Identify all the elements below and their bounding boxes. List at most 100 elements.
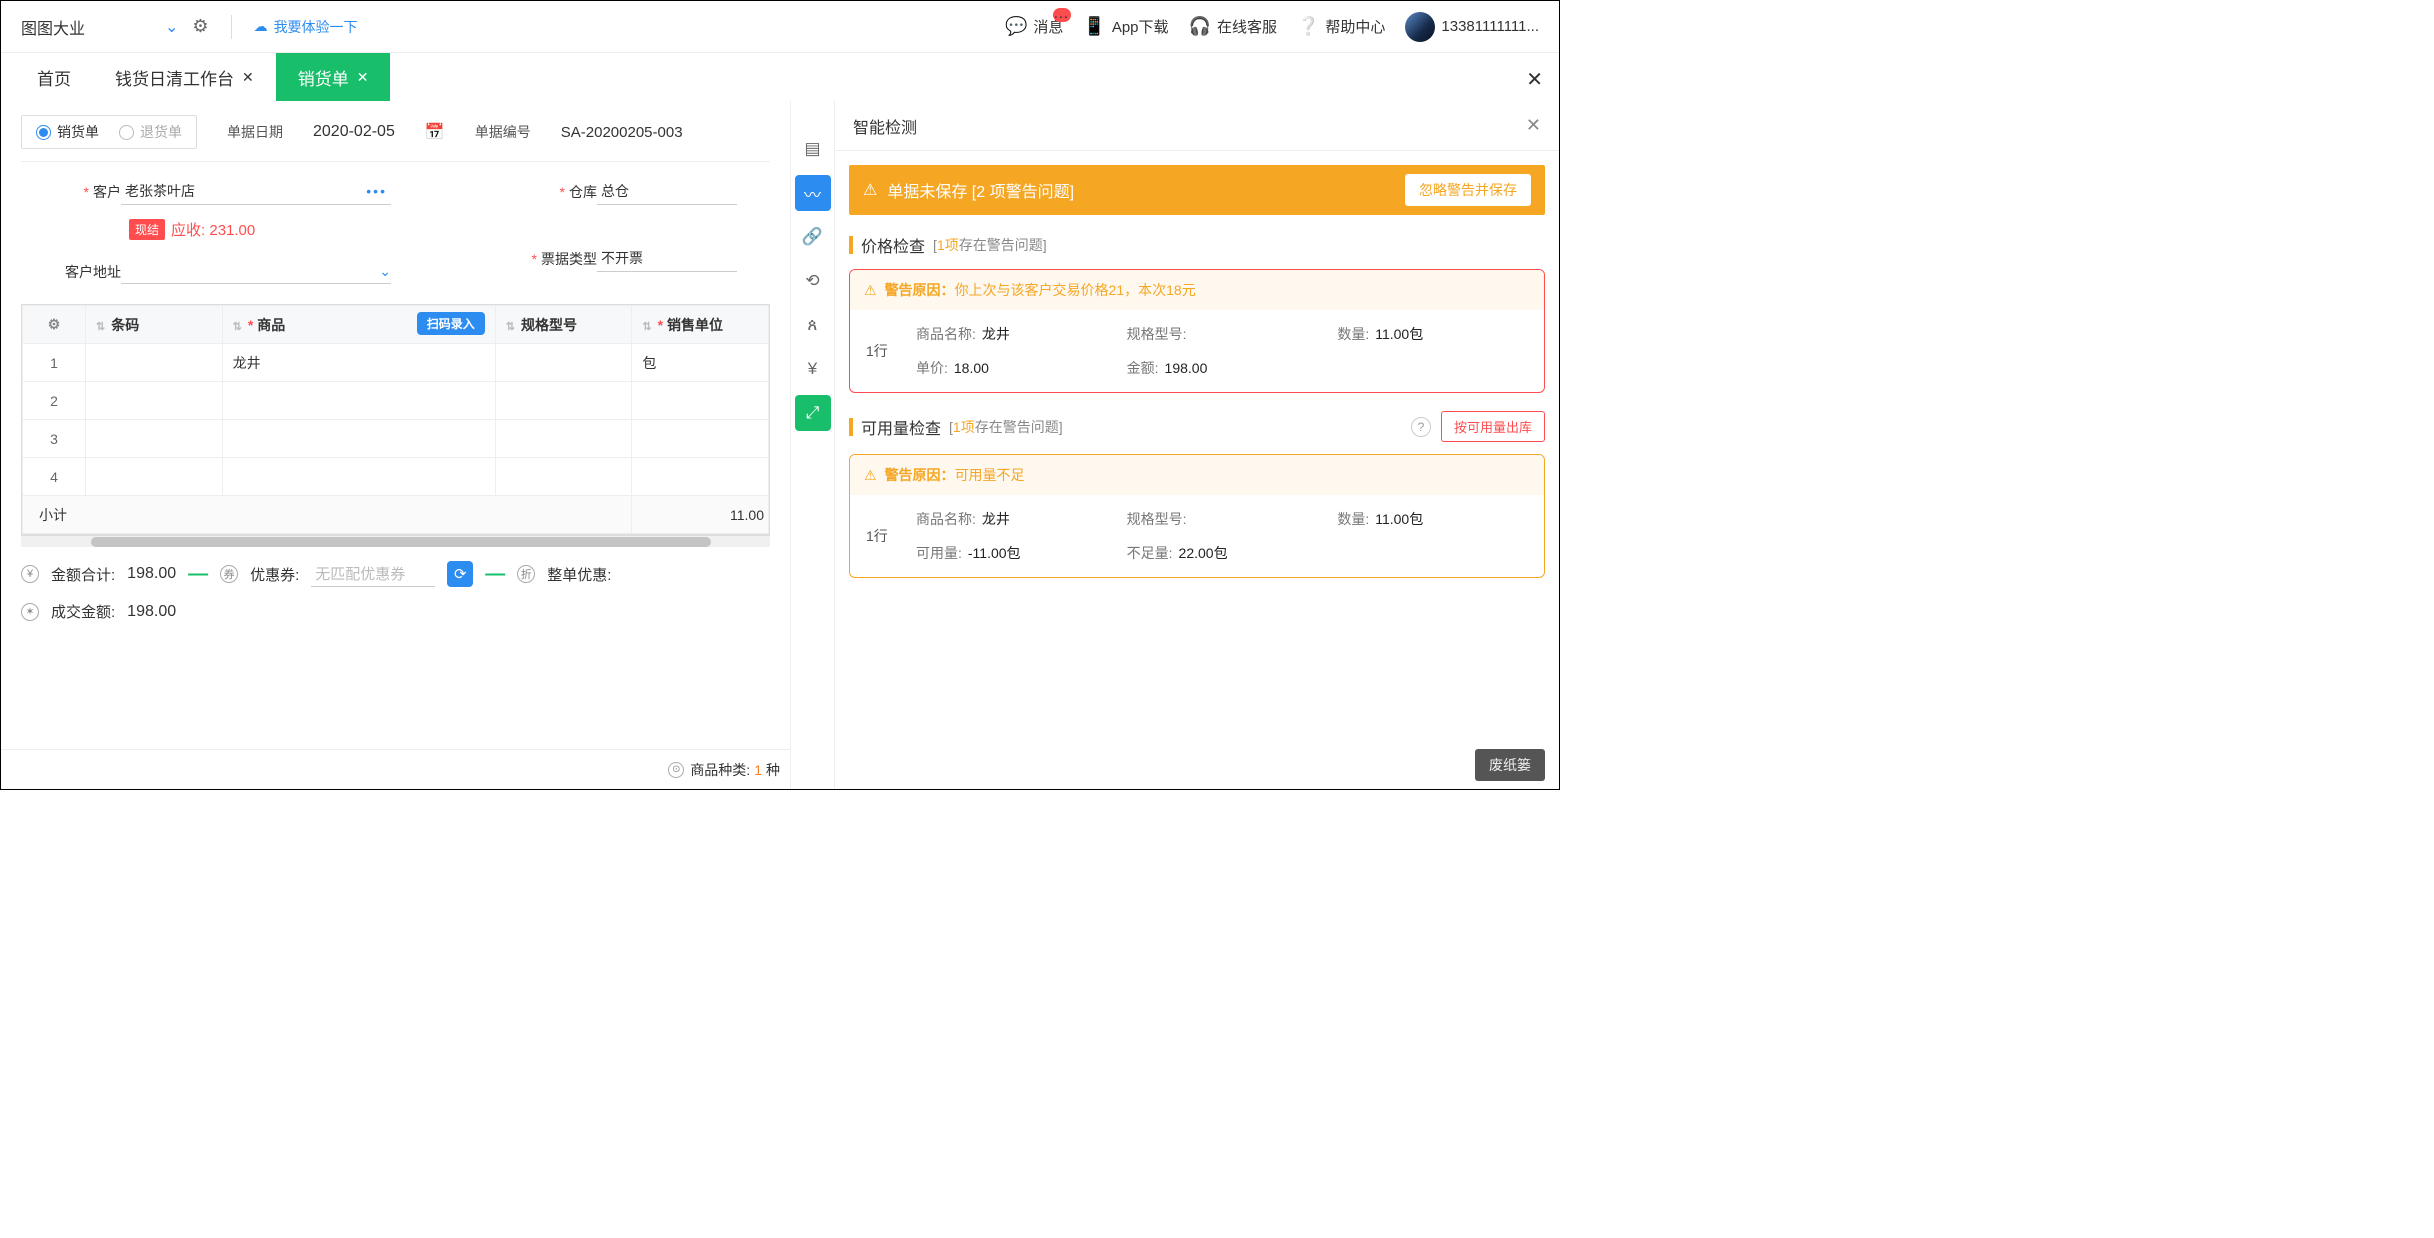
discount-icon: 折	[517, 565, 535, 583]
customer-input[interactable]: 老张茶叶店 •••	[121, 178, 391, 205]
coupon-label: 优惠券:	[250, 564, 299, 585]
panel-title: 智能检测	[853, 114, 917, 138]
strip-expand-icon[interactable]: ⤢	[795, 395, 831, 431]
close-icon[interactable]: ✕	[1526, 115, 1541, 136]
date-input[interactable]: 2020-02-05	[313, 123, 395, 142]
column-settings-button[interactable]: ⚙	[23, 306, 86, 344]
tab-bar: 首页 钱货日清工作台 ✕ 销货单 ✕ ✕	[1, 53, 1559, 101]
radio-return-order[interactable]: 退货单	[119, 122, 182, 142]
strip-chart-icon[interactable]: 〰	[795, 175, 831, 211]
customer-label: *客户	[21, 182, 121, 202]
invoice-input[interactable]: 不开票	[597, 245, 737, 272]
strip-yen-icon[interactable]: ¥	[795, 351, 831, 387]
coupon-icon: 券	[220, 565, 238, 583]
section-marker	[849, 418, 853, 436]
strip-user-icon[interactable]: ጰ	[795, 307, 831, 343]
amount-label: 金额合计:	[51, 564, 115, 585]
address-input[interactable]: ⌄	[121, 260, 391, 284]
close-all-tabs-icon[interactable]: ✕	[1526, 67, 1543, 92]
close-icon[interactable]: ✕	[357, 69, 369, 86]
app-download-link[interactable]: 📱 App下载	[1083, 16, 1168, 37]
help-center-link[interactable]: ❔ 帮助中心	[1297, 16, 1385, 37]
trash-button[interactable]: 废纸篓	[1475, 749, 1545, 781]
horizontal-scrollbar[interactable]	[21, 535, 770, 547]
ignore-save-button[interactable]: 忽略警告并保存	[1405, 174, 1531, 206]
order-type-radio-group: 销货单 退货单	[21, 115, 197, 149]
radio-sales-order[interactable]: 销货单	[36, 122, 99, 142]
col-barcode[interactable]: ⇅条码	[86, 306, 223, 344]
strip-cycle-icon[interactable]: ⟲	[795, 263, 831, 299]
footer-summary: ⊙ 商品种类: 1 种	[1, 749, 790, 789]
col-unit[interactable]: ⇅*销售单位	[632, 306, 769, 344]
warning-icon: ⚠	[864, 467, 877, 484]
chat-icon: 💬	[1005, 16, 1027, 37]
amount-value: 198.00	[127, 565, 176, 583]
ar-label: 应收: 231.00	[171, 219, 255, 240]
avail-warning-card: ⚠ 警告原因：可用量不足 1行 商品名称:龙井 规格型号: 数量:11.00包 …	[849, 454, 1545, 578]
row-tag: 1行	[866, 509, 916, 563]
date-label: 单据日期	[227, 122, 283, 142]
bill-no-label: 单据编号	[475, 122, 531, 142]
notification-badge: ···	[1053, 8, 1071, 22]
more-icon[interactable]: •••	[366, 183, 387, 199]
row-tag: 1行	[866, 324, 916, 378]
whole-discount-label: 整单优惠:	[547, 564, 611, 585]
table-row[interactable]: 4	[23, 458, 769, 496]
sku-icon: ⊙	[668, 762, 684, 778]
table-row[interactable]: 1 龙井 包	[23, 344, 769, 382]
radio-off-icon	[119, 125, 134, 140]
bill-no-value: SA-20200205-003	[561, 124, 683, 141]
tab-home[interactable]: 首页	[15, 53, 93, 101]
col-spec[interactable]: ⇅规格型号	[495, 306, 632, 344]
headset-icon: 🎧	[1189, 16, 1211, 37]
try-link[interactable]: ☁ 我要体验一下	[254, 17, 358, 37]
minus-icon: —	[188, 563, 208, 586]
strip-link-icon[interactable]: 🔗	[795, 219, 831, 255]
table-row[interactable]: 2	[23, 382, 769, 420]
address-label: 客户地址	[21, 262, 121, 282]
warehouse-input[interactable]: 总仓	[597, 178, 737, 205]
section-marker	[849, 236, 853, 254]
deal-amount-value: 198.00	[127, 603, 176, 621]
minus-icon: —	[485, 563, 505, 586]
help-icon[interactable]: ?	[1411, 417, 1431, 437]
price-warning-card: ⚠ 警告原因：你上次与该客户交易价格21，本次18元 1行 商品名称:龙井 规格…	[849, 269, 1545, 393]
user-menu[interactable]: 13381111111...	[1405, 12, 1539, 42]
scan-input-button[interactable]: 扫码录入	[417, 312, 485, 335]
items-table: ⚙ ⇅条码 ⇅*商品 扫码录入 ⇅规格型号 ⇅*销售单位 1	[21, 304, 770, 535]
chevron-down-icon: ⌄	[379, 263, 391, 280]
smart-check-panel: 智能检测 ✕ ⚠ 单据未保存 [2 项警告问题] 忽略警告并保存	[835, 101, 1559, 789]
help-icon: ❔	[1297, 16, 1319, 37]
warning-banner: ⚠ 单据未保存 [2 项警告问题] 忽略警告并保存	[849, 165, 1545, 215]
price-check-count: [1项存在警告问题]	[933, 235, 1047, 255]
avail-check-count: [1项存在警告问题]	[949, 417, 1063, 437]
totals-area: ¥ 金额合计: 198.00 — 券 优惠券: 无匹配优惠券 ⟳ — 折 整单优…	[1, 547, 790, 636]
messages-link[interactable]: 💬 消息 ···	[1005, 16, 1063, 37]
radio-on-icon	[36, 125, 51, 140]
divider	[231, 15, 232, 39]
cloud-icon: ☁	[254, 18, 268, 35]
company-dropdown[interactable]: 图图大业 ⌄	[21, 15, 178, 39]
close-icon[interactable]: ✕	[242, 69, 254, 86]
deal-amount-label: 成交金额:	[51, 601, 115, 622]
gear-icon[interactable]: ⚙	[192, 16, 208, 37]
subtotal-row: 小计 11.00	[23, 496, 769, 534]
calendar-icon[interactable]: 📅	[425, 122, 445, 142]
tab-sales-order[interactable]: 销货单 ✕	[276, 53, 391, 101]
sales-order-form: 销货单 退货单 单据日期 2020-02-05 📅 单据编号 SA-202002…	[1, 101, 791, 789]
warehouse-label: *仓库	[501, 182, 597, 202]
table-row[interactable]: 3	[23, 420, 769, 458]
yen-icon: ¥	[21, 565, 39, 583]
warning-icon: ⚠	[863, 180, 877, 200]
settle-badge: 现结	[129, 219, 165, 240]
tab-workbench[interactable]: 钱货日清工作台 ✕	[93, 53, 276, 101]
warning-icon: ⚠	[864, 282, 877, 299]
online-service-link[interactable]: 🎧 在线客服	[1189, 16, 1277, 37]
invoice-label: *票据类型	[501, 249, 597, 269]
out-by-available-button[interactable]: 按可用量出库	[1441, 411, 1545, 442]
strip-doc-icon[interactable]: ▤	[795, 131, 831, 167]
coupon-input[interactable]: 无匹配优惠券	[311, 561, 435, 587]
avatar	[1405, 12, 1435, 42]
col-product[interactable]: ⇅*商品 扫码录入	[222, 306, 495, 344]
refresh-button[interactable]: ⟳	[447, 561, 473, 587]
